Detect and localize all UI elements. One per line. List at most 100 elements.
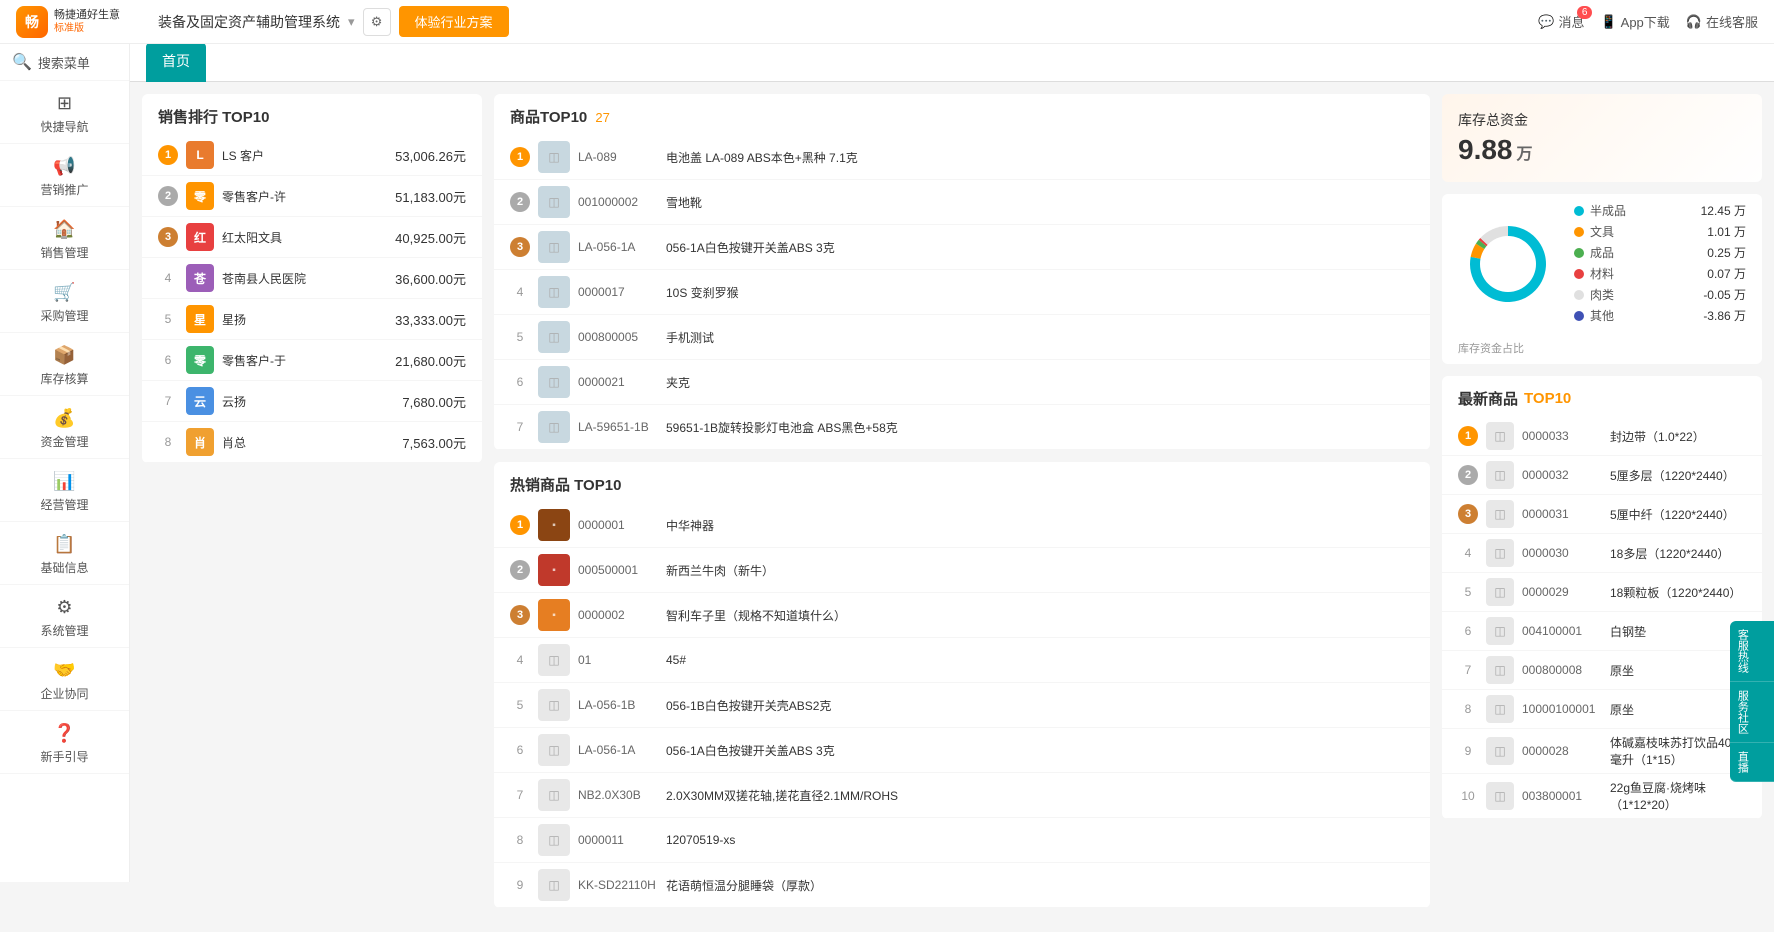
table-row: 8肖肖总7,563.00元: [142, 422, 482, 463]
service-label: 在线客服: [1706, 12, 1758, 31]
list-item: 1◫LA-089电池盖 LA-089 ABS本色+黑种 7.1克: [494, 135, 1430, 180]
list-item: 1◫0000033封边带（1.0*22）: [1442, 417, 1762, 456]
list-item: 7◫LA-59651-1B59651-1B旋转投影灯电池盒 ABS黑色+58克: [494, 405, 1430, 450]
sales-icon: 🏠: [53, 219, 75, 240]
newest-products-card: 最新商品 TOP10 1◫0000033封边带（1.0*22）2◫0000032…: [1442, 376, 1762, 819]
sidebar-item-marketing[interactable]: 📢 营销推广: [0, 144, 129, 207]
float-buttons: 客服热线 服务社区 直播: [1730, 621, 1774, 782]
headset-icon: 🎧: [1686, 14, 1702, 30]
sidebar-item-sales[interactable]: 🏠 销售管理: [0, 207, 129, 270]
sidebar-item-guide[interactable]: ❓ 新手引导: [0, 711, 129, 774]
sidebar: 🔍 搜索菜单 ⊞ 快捷导航 📢 营销推广 🏠 销售管理 🛒 采购管理 📦 库存核…: [0, 44, 130, 882]
donut-container: 半成品12.45 万文具1.01 万成品0.25 万材料0.07 万肉类-0.0…: [1442, 194, 1762, 336]
hot-products-card: 热销商品 TOP10 1▪0000001中华神器2▪000500001新西兰牛肉…: [494, 462, 1430, 908]
sidebar-label-0: 快捷导航: [40, 118, 88, 135]
list-item: 7◫000800008原坐: [1442, 651, 1762, 690]
mid-column: 商品TOP10 27 1◫LA-089电池盖 LA-089 ABS本色+黑种 7…: [494, 94, 1430, 920]
inventory-amount: 9.88万: [1458, 134, 1746, 166]
finance-icon: 💰: [53, 408, 75, 429]
sidebar-item-purchase[interactable]: 🛒 采购管理: [0, 270, 129, 333]
live-button[interactable]: 直播: [1730, 743, 1774, 782]
list-item: 4◫000003018多层（1220*2440）: [1442, 534, 1762, 573]
collab-icon: 🤝: [53, 660, 75, 681]
topbar: 畅 畅捷通好生意 标准版 装备及固定资产辅助管理系统 ▾ ⚙ 体验行业方案 💬 …: [0, 0, 1774, 44]
newest-products-title: 最新商品 TOP10: [1442, 376, 1762, 417]
online-service-button[interactable]: 🎧 在线客服: [1686, 12, 1758, 31]
nav-icon: ⊞: [57, 93, 72, 114]
list-item: 6◫0000021夹克: [494, 360, 1430, 405]
app-label: App下载: [1621, 12, 1670, 31]
sidebar-label-9: 企业协同: [40, 685, 88, 702]
hot-products-title: 热销商品 TOP10: [494, 462, 1430, 503]
sidebar-item-info[interactable]: 📋 基础信息: [0, 522, 129, 585]
list-item: 9◫KK-SD22110H花语萌恒温分腿睡袋（厚款）: [494, 863, 1430, 908]
sidebar-item-operations[interactable]: 📊 经营管理: [0, 459, 129, 522]
sidebar-label-6: 经营管理: [40, 496, 88, 513]
sidebar-label-3: 采购管理: [40, 307, 88, 324]
list-item: 5◫000002918颗粒板（1220*2440）: [1442, 573, 1762, 612]
info-icon: 📋: [53, 534, 75, 555]
table-row: 6零零售客户-于21,680.00元: [142, 340, 482, 381]
chart-legend: 半成品12.45 万文具1.01 万成品0.25 万材料0.07 万肉类-0.0…: [1574, 202, 1746, 328]
tab-home[interactable]: 首页: [146, 43, 206, 82]
system-name: 装备及固定资产辅助管理系统: [158, 12, 340, 32]
top-selling-card: 商品TOP10 27 1◫LA-089电池盖 LA-089 ABS本色+黑种 7…: [494, 94, 1430, 450]
settings-button[interactable]: ⚙: [363, 8, 391, 36]
message-button[interactable]: 💬 消息 6: [1538, 12, 1584, 31]
operations-icon: 📊: [53, 471, 75, 492]
sidebar-label-10: 新手引导: [40, 748, 88, 765]
list-item: 2▪000500001新西兰牛肉（新牛）: [494, 548, 1430, 593]
brand-icon: 畅: [16, 6, 48, 38]
search-label: 搜索菜单: [38, 53, 90, 72]
list-item: 6◫LA-056-1A056-1A白色按键开关盖ABS 3克: [494, 728, 1430, 773]
top-customers-card: 销售排行 TOP10 1LLS 客户53,006.26元2零零售客户-许51,1…: [142, 94, 482, 463]
main: 首页 销售排行 TOP10 1LLS 客户53,006.26元2零零售客户-许5…: [130, 44, 1774, 932]
legend-item: 文具1.01 万: [1574, 223, 1746, 240]
sidebar-label-7: 基础信息: [40, 559, 88, 576]
list-item: 6◫004100001白钢垫: [1442, 612, 1762, 651]
brand-text: 畅捷通好生意 标准版: [54, 8, 120, 35]
table-row: 3红红太阳文具40,925.00元: [142, 217, 482, 258]
message-icon: 💬: [1538, 14, 1554, 30]
list-item: 5◫LA-056-1B056-1B白色按键开关壳ABS2克: [494, 683, 1430, 728]
list-item: 9◫0000028体碱嘉枝味苏打饮品400毫升（1*15）: [1442, 729, 1762, 774]
sidebar-item-system[interactable]: ⚙ 系统管理: [0, 585, 129, 648]
top-customers-title: 销售排行 TOP10: [142, 94, 482, 135]
guide-icon: ❓: [53, 723, 75, 744]
inventory-value: 9.88: [1458, 134, 1513, 165]
sidebar-label-2: 销售管理: [40, 244, 88, 261]
list-item: 8◫000001112070519-xs: [494, 818, 1430, 863]
nav-tabs: 首页: [130, 44, 1774, 82]
customer-service-button[interactable]: 客服热线: [1730, 621, 1774, 682]
service-community-button[interactable]: 服务社区: [1730, 682, 1774, 743]
donut-chart: [1458, 214, 1558, 317]
sidebar-search[interactable]: 🔍 搜索菜单: [0, 44, 129, 81]
message-badge: 6: [1577, 6, 1593, 19]
list-item: 5◫000800005手机测试: [494, 315, 1430, 360]
newest-highlight: TOP10: [1524, 390, 1571, 407]
table-row: 5星星扬33,333.00元: [142, 299, 482, 340]
sidebar-item-inventory[interactable]: 📦 库存核算: [0, 333, 129, 396]
right-column: 库存总资金 9.88万 半成品12.45 万文具1.01 万成品0.25 万: [1442, 94, 1762, 920]
app-download-button[interactable]: 📱 App下载: [1600, 12, 1669, 31]
list-item: 2◫00000325厘多层（1220*2440）: [1442, 456, 1762, 495]
table-row: 2零零售客户-许51,183.00元: [142, 176, 482, 217]
inventory-card: 库存总资金 9.88万: [1442, 94, 1762, 182]
legend-item: 其他-3.86 万: [1574, 307, 1746, 324]
sidebar-item-collab[interactable]: 🤝 企业协同: [0, 648, 129, 711]
topbar-right: 💬 消息 6 📱 App下载 🎧 在线客服: [1538, 12, 1758, 31]
inventory-icon: 📦: [53, 345, 75, 366]
sidebar-label-4: 库存核算: [40, 370, 88, 387]
sidebar-item-nav[interactable]: ⊞ 快捷导航: [0, 81, 129, 144]
chevron-down-icon[interactable]: ▾: [348, 14, 355, 30]
try-plan-button[interactable]: 体验行业方案: [399, 6, 509, 37]
topbar-system: 装备及固定资产辅助管理系统 ▾ ⚙ 体验行业方案: [158, 6, 509, 37]
top-customers-table: 1LLS 客户53,006.26元2零零售客户-许51,183.00元3红红太阳…: [142, 135, 482, 463]
brand-name: 畅捷通好生意: [54, 8, 120, 22]
search-icon: 🔍: [12, 52, 32, 72]
system-icon: ⚙: [56, 597, 72, 618]
brand: 畅 畅捷通好生意 标准版: [16, 6, 146, 38]
sidebar-item-finance[interactable]: 💰 资金管理: [0, 396, 129, 459]
list-item: 7◫NB2.0X30B2.0X30MM双搓花轴,搓花直径2.1MM/ROHS: [494, 773, 1430, 818]
newest-table: 1◫0000033封边带（1.0*22）2◫00000325厘多层（1220*2…: [1442, 417, 1762, 819]
